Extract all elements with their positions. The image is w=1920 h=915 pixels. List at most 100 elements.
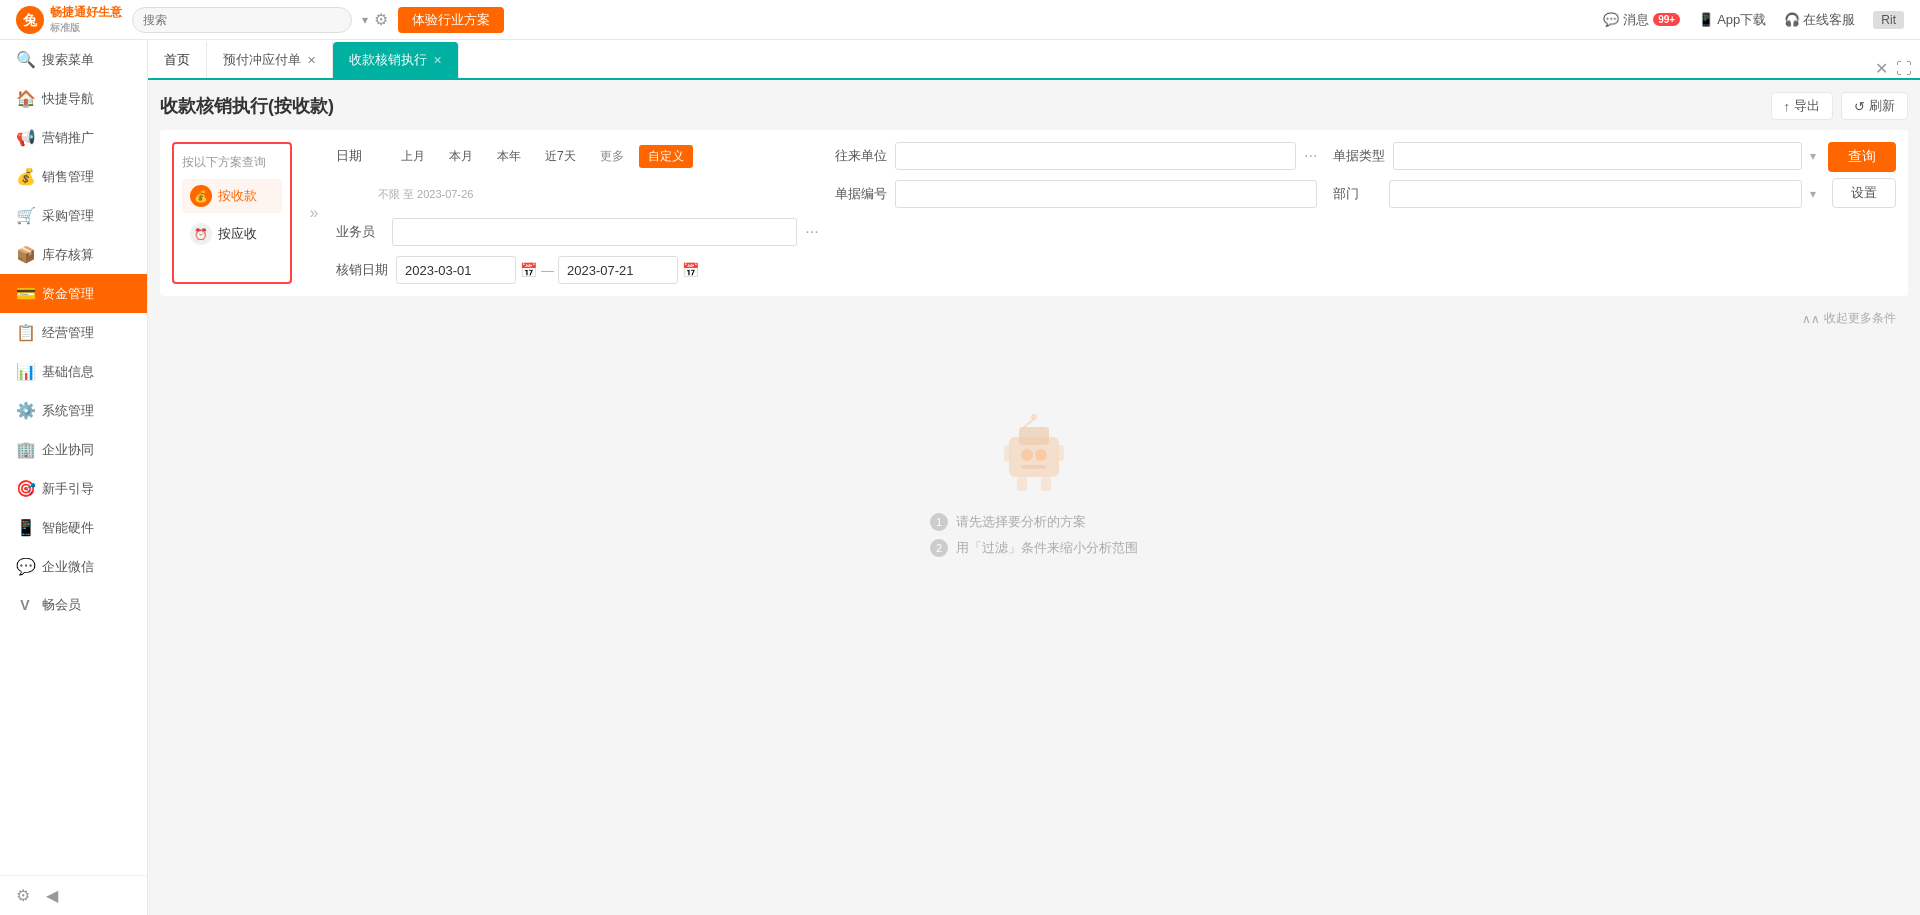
export-icon: ↑ xyxy=(1784,99,1791,114)
svg-point-4 xyxy=(1021,449,1033,461)
sidebar-item-purchase[interactable]: 🛒 采购管理 xyxy=(0,196,147,235)
member-icon: V xyxy=(16,597,34,613)
export-button[interactable]: ↑ 导出 xyxy=(1771,92,1834,120)
top-search-input[interactable] xyxy=(132,7,352,33)
industry-btn[interactable]: 体验行业方案 xyxy=(398,7,504,33)
sidebar-label-business: 经营管理 xyxy=(42,324,94,342)
app-logo: 兔 畅捷通好生意 标准版 xyxy=(16,4,122,35)
newbie-icon: 🎯 xyxy=(16,479,34,498)
date-chip-custom[interactable]: 自定义 xyxy=(639,145,693,168)
sidebar-item-basic[interactable]: 📊 基础信息 xyxy=(0,352,147,391)
sidebar-item-enterprise[interactable]: 🏢 企业协同 xyxy=(0,430,147,469)
sidebar-item-system[interactable]: ⚙️ 系统管理 xyxy=(0,391,147,430)
sidebar-item-search-menu[interactable]: 🔍 搜索菜单 xyxy=(0,40,147,79)
collapse-conditions-btn[interactable]: ∧∧ 收起更多条件 xyxy=(1802,310,1896,327)
collapse-sidebar-icon[interactable]: ◀ xyxy=(46,886,58,905)
search-panel: 按以下方案查询 💰 按收款 ⏰ 按应收 » 日期 xyxy=(160,130,1908,296)
sidebar-item-marketing[interactable]: 📢 营销推广 xyxy=(0,118,147,157)
tab-receipt-label: 收款核销执行 xyxy=(349,51,427,69)
salesperson-more-btn[interactable]: ··· xyxy=(805,223,818,241)
doc-no-label: 单据编号 xyxy=(835,185,887,203)
hint-num-2: 2 xyxy=(930,539,948,557)
query-option-by-receipt[interactable]: 💰 按收款 xyxy=(182,179,282,213)
sidebar-item-business[interactable]: 📋 经营管理 xyxy=(0,313,147,352)
refresh-label: 刷新 xyxy=(1869,97,1895,115)
verify-date-end-input[interactable] xyxy=(558,256,678,284)
settings-button[interactable]: 设置 xyxy=(1832,178,1896,208)
salesperson-input[interactable] xyxy=(392,218,797,246)
doc-no-input[interactable] xyxy=(895,180,1318,208)
tab-expand-icon[interactable]: ⛶ xyxy=(1896,60,1912,78)
sidebar: 🔍 搜索菜单 🏠 快捷导航 📢 营销推广 💰 销售管理 🛒 采购管理 📦 库存核… xyxy=(0,40,148,915)
sidebar-label-purchase: 采购管理 xyxy=(42,207,94,225)
sidebar-item-newbie[interactable]: 🎯 新手引导 xyxy=(0,469,147,508)
search-button[interactable]: 查询 xyxy=(1828,142,1896,172)
tab-receipt[interactable]: 收款核销执行 ✕ xyxy=(333,42,459,78)
online-service-btn[interactable]: 🎧 在线客服 xyxy=(1784,11,1855,29)
sidebar-label-wechat: 企业微信 xyxy=(42,558,94,576)
cal-end-icon[interactable]: 📅 xyxy=(682,262,699,278)
app-name: 畅捷通好生意 xyxy=(50,4,122,21)
tab-prepay[interactable]: 预付冲应付单 ✕ xyxy=(207,42,333,78)
query-panel-collapse-btn[interactable]: » xyxy=(304,142,324,284)
chevron-down-icon[interactable]: ▾ xyxy=(362,13,368,27)
sidebar-item-sales[interactable]: 💰 销售管理 xyxy=(0,157,147,196)
empty-hint-1: 1 请先选择要分析的方案 xyxy=(930,513,1138,531)
cal-start-icon[interactable]: 📅 xyxy=(520,262,537,278)
sidebar-item-wechat[interactable]: 💬 企业微信 xyxy=(0,547,147,586)
empty-state: 1 请先选择要分析的方案 2 用「过滤」条件来缩小分析范围 xyxy=(160,327,1908,597)
refresh-icon: ↺ xyxy=(1854,99,1865,114)
sidebar-label-marketing: 营销推广 xyxy=(42,129,94,147)
sidebar-item-quick-nav[interactable]: 🏠 快捷导航 xyxy=(0,79,147,118)
query-type-label: 按以下方案查询 xyxy=(182,154,282,171)
filter-doc-no-row: 单据编号 xyxy=(835,180,1318,208)
tab-close-all-icon[interactable]: ✕ xyxy=(1875,59,1888,78)
date-chip-more[interactable]: 更多 xyxy=(591,145,633,168)
app-download-btn[interactable]: 📱 App下载 xyxy=(1698,11,1766,29)
date-chip-last-month[interactable]: 上月 xyxy=(392,145,434,168)
partner-more-btn[interactable]: ··· xyxy=(1304,147,1317,165)
verify-date-label: 核销日期 xyxy=(336,261,388,279)
date-chip-this-month[interactable]: 本月 xyxy=(440,145,482,168)
date-options: 上月 本月 本年 近7天 更多 自定义 xyxy=(392,145,693,168)
message-btn[interactable]: 💬 消息 99+ xyxy=(1603,11,1680,29)
sidebar-item-inventory[interactable]: 📦 库存核算 xyxy=(0,235,147,274)
filter-date-row: 日期 上月 本月 本年 近7天 更多 自定义 xyxy=(336,142,819,170)
filter-partner-row: 往来单位 ··· xyxy=(835,142,1318,170)
tab-receipt-close[interactable]: ✕ xyxy=(433,54,442,67)
app-download-label: App下载 xyxy=(1717,11,1766,29)
sidebar-label-search-menu: 搜索菜单 xyxy=(42,51,94,69)
sidebar-item-hardware[interactable]: 📱 智能硬件 xyxy=(0,508,147,547)
enterprise-icon: 🏢 xyxy=(16,440,34,459)
filter-salesperson-row: 业务员 ··· xyxy=(336,218,819,246)
filter-dept-row: 部门 ▾ xyxy=(1333,180,1816,208)
tab-home[interactable]: 首页 xyxy=(148,42,207,78)
dept-select[interactable] xyxy=(1389,180,1802,208)
refresh-button[interactable]: ↺ 刷新 xyxy=(1841,92,1908,120)
date-chip-this-year[interactable]: 本年 xyxy=(488,145,530,168)
svg-rect-6 xyxy=(1022,465,1046,469)
sidebar-item-capital[interactable]: 💳 资金管理 xyxy=(0,274,147,313)
service-icon: 🎧 xyxy=(1784,12,1800,27)
sidebar-label-quick-nav: 快捷导航 xyxy=(42,90,94,108)
dept-chevron[interactable]: ▾ xyxy=(1810,187,1816,201)
date-chip-7days[interactable]: 近7天 xyxy=(536,145,585,168)
date-range-separator: — xyxy=(541,263,554,278)
empty-hint-2: 2 用「过滤」条件来缩小分析范围 xyxy=(930,539,1138,557)
sidebar-item-member[interactable]: V 畅会员 xyxy=(0,586,147,624)
partner-input[interactable] xyxy=(895,142,1296,170)
hint-text-2: 用「过滤」条件来缩小分析范围 xyxy=(956,539,1138,557)
tab-prepay-close[interactable]: ✕ xyxy=(307,54,316,67)
query-option-by-receivable[interactable]: ⏰ 按应收 xyxy=(182,217,282,251)
sidebar-label-member: 畅会员 xyxy=(42,596,81,614)
tab-prepay-label: 预付冲应付单 xyxy=(223,51,301,69)
gear-icon[interactable]: ⚙ xyxy=(374,10,388,29)
user-menu[interactable]: Rit xyxy=(1873,11,1904,29)
doc-type-chevron[interactable]: ▾ xyxy=(1810,149,1816,163)
doc-type-select[interactable] xyxy=(1393,142,1802,170)
doc-type-label: 单据类型 xyxy=(1333,147,1385,165)
purchase-icon: 🛒 xyxy=(16,206,34,225)
home-icon: 🏠 xyxy=(16,89,34,108)
verify-date-start-input[interactable] xyxy=(396,256,516,284)
settings-bottom-icon[interactable]: ⚙ xyxy=(16,886,30,905)
